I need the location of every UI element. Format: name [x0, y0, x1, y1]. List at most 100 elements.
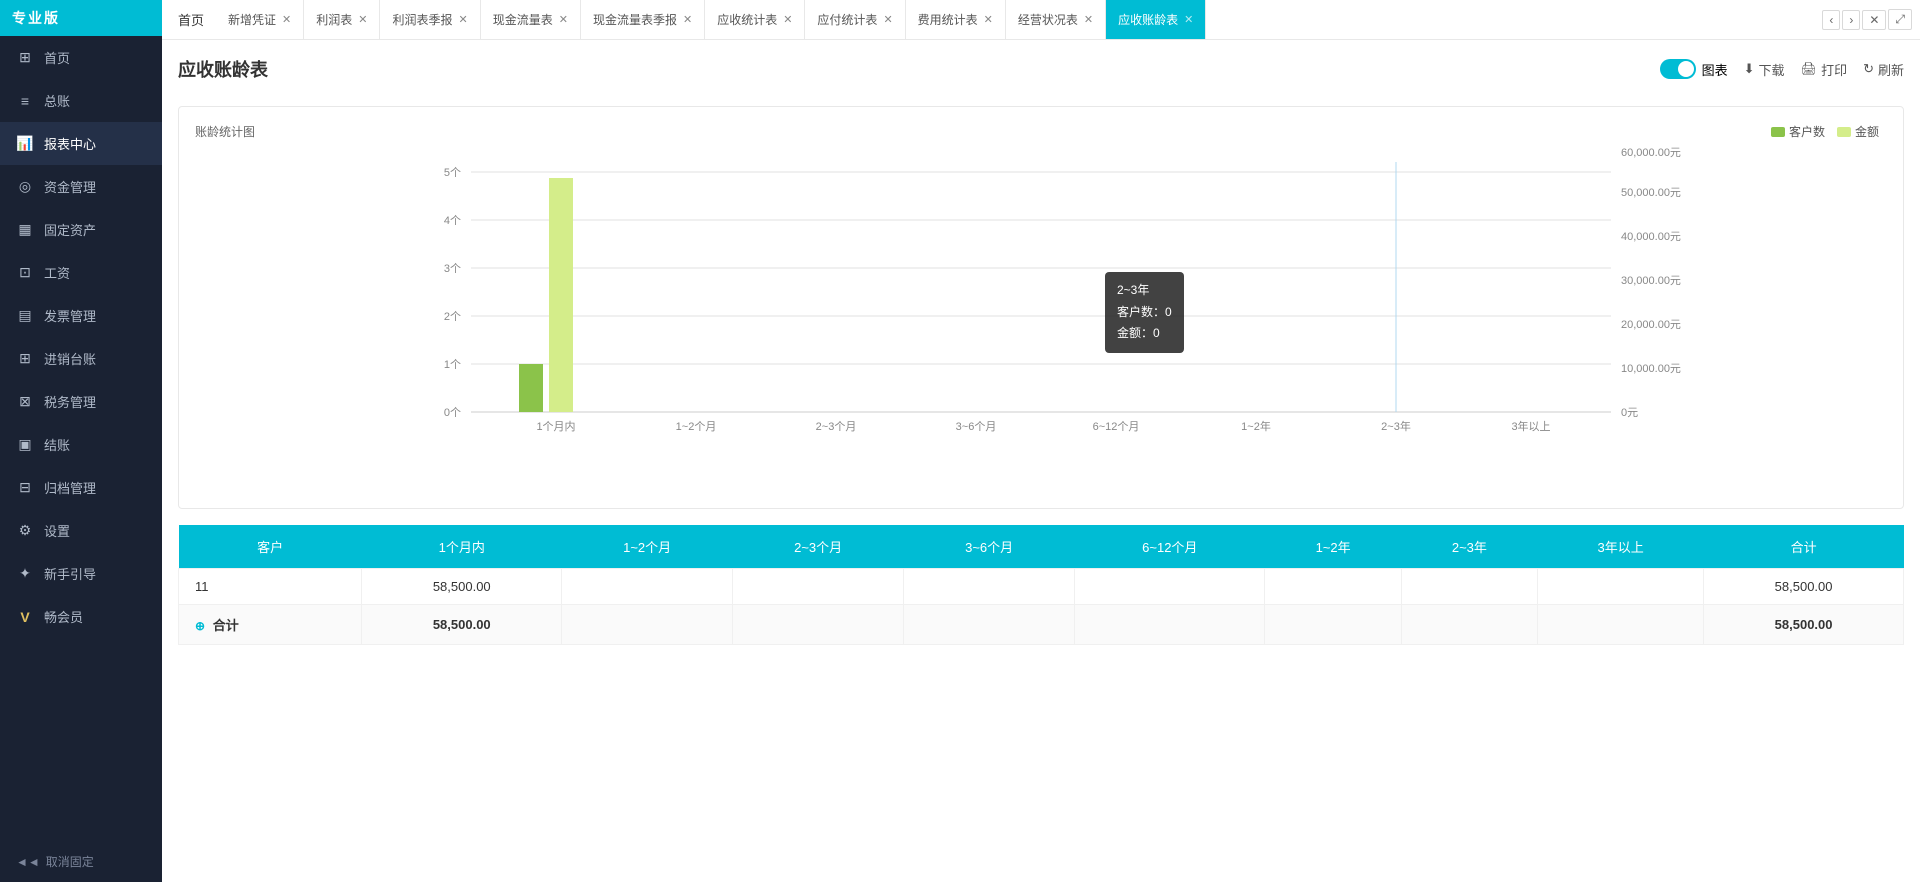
reports-icon: 📊	[16, 135, 34, 152]
tabs-prev-button[interactable]: ‹	[1822, 10, 1840, 30]
tab-ap-stat-close[interactable]: ✕	[883, 13, 892, 26]
tab-ar-aging-close[interactable]: ✕	[1184, 13, 1193, 26]
sidebar-item-label: 总账	[44, 91, 70, 110]
toggle-track[interactable]	[1660, 59, 1696, 79]
row-m2	[562, 569, 733, 605]
page-actions: 图表 ⬇ 下载 🖨 打印 ↻ 刷新	[1660, 59, 1904, 79]
svg-text:0元: 0元	[1621, 407, 1638, 419]
row-m1: 58,500.00	[362, 569, 562, 605]
sales-icon: ⊞	[16, 350, 34, 367]
assets-icon: ▦	[16, 221, 34, 238]
sidebar-item-funds[interactable]: ◎ 资金管理	[0, 165, 162, 208]
svg-text:1~2个月: 1~2个月	[676, 420, 717, 433]
bar-amount-1[interactable]	[549, 178, 573, 412]
tabs-navigation: ‹ › ✕ ⤢	[1818, 9, 1916, 30]
funds-icon: ◎	[16, 178, 34, 195]
bar-customer-1[interactable]	[519, 364, 543, 412]
refresh-button[interactable]: ↻ 刷新	[1863, 60, 1904, 79]
tab-expense-close[interactable]: ✕	[984, 13, 993, 26]
data-table: 客户 1个月内 1~2个月 2~3个月 3~6个月 6~12个月 1~2年 2~…	[178, 525, 1904, 645]
sidebar-item-tax[interactable]: ⊠ 税务管理	[0, 380, 162, 423]
sidebar-item-assets[interactable]: ▦ 固定资产	[0, 208, 162, 251]
sidebar-item-sales[interactable]: ⊞ 进销台账	[0, 337, 162, 380]
tab-ar-stat[interactable]: 应收统计表 ✕	[705, 0, 805, 40]
page-header: 应收账龄表 图表 ⬇ 下载 🖨 打印 ↻ 刷新	[178, 56, 1904, 90]
row-y2	[1265, 569, 1401, 605]
legend-customer: 客户数	[1771, 123, 1825, 140]
tab-profit[interactable]: 利润表 ✕	[304, 0, 380, 40]
tab-ar-stat-close[interactable]: ✕	[783, 13, 792, 26]
col-m2: 1~2个月	[562, 525, 733, 569]
sidebar-item-salary[interactable]: ⊡ 工资	[0, 251, 162, 294]
tab-home-label: 首页	[178, 10, 204, 29]
tab-voucher-close[interactable]: ✕	[282, 13, 291, 26]
row-m3	[733, 569, 904, 605]
tab-cashflow-close[interactable]: ✕	[559, 13, 568, 26]
tab-voucher[interactable]: 新增凭证 ✕	[216, 0, 304, 40]
print-label: 打印	[1821, 60, 1847, 79]
sidebar-item-label: 畅会员	[44, 607, 83, 626]
page-area: 应收账龄表 图表 ⬇ 下载 🖨 打印 ↻ 刷新	[162, 40, 1920, 882]
svg-text:1~2年: 1~2年	[1241, 419, 1271, 433]
sidebar-item-label: 新手引导	[44, 564, 96, 583]
total-y2	[1265, 605, 1401, 645]
chart-title: 账龄统计图	[195, 123, 1887, 140]
tabs-bar: 首页 新增凭证 ✕ 利润表 ✕ 利润表季报 ✕ 现金流量表 ✕ 现金流量表季报 …	[162, 0, 1920, 40]
sidebar-item-invoice[interactable]: ▤ 发票管理	[0, 294, 162, 337]
table-row: 11 58,500.00 58,500.00	[179, 569, 1904, 605]
sidebar-item-ledger[interactable]: ≡ 总账	[0, 79, 162, 122]
pin-label: 取消固定	[46, 853, 94, 870]
col-y2: 1~2年	[1265, 525, 1401, 569]
sidebar-toggle-pin[interactable]: ◄◄ 取消固定	[0, 841, 162, 882]
tabs-next-button[interactable]: ›	[1842, 10, 1860, 30]
svg-text:3~6个月: 3~6个月	[956, 420, 997, 433]
sidebar-item-reports[interactable]: 📊 报表中心	[0, 122, 162, 165]
download-label: 下载	[1759, 60, 1785, 79]
chart-svg-wrapper: 0个 1个 2个 3个 4个 5个 0元 10,000.00元 20,000.0…	[195, 152, 1887, 492]
svg-text:2~3年: 2~3年	[1381, 419, 1411, 433]
total-y3	[1401, 605, 1537, 645]
legend-amount-dot	[1837, 127, 1851, 137]
col-m12: 6~12个月	[1075, 525, 1265, 569]
sidebar-item-label: 进销台账	[44, 349, 96, 368]
download-button[interactable]: ⬇ 下载	[1744, 60, 1785, 79]
tab-profit-season[interactable]: 利润表季报 ✕	[380, 0, 480, 40]
tab-ar-aging[interactable]: 应收账龄表 ✕	[1106, 0, 1206, 40]
svg-text:2个: 2个	[444, 310, 461, 323]
total-label: 合计	[213, 618, 239, 633]
sidebar-item-guide[interactable]: ✦ 新手引导	[0, 552, 162, 595]
tab-expense-label: 费用统计表	[918, 11, 978, 28]
tab-operation-close[interactable]: ✕	[1084, 13, 1093, 26]
sidebar-item-archive[interactable]: ⊟ 归档管理	[0, 466, 162, 509]
legend-customer-dot	[1771, 127, 1785, 137]
tab-cashflow-season-close[interactable]: ✕	[683, 13, 692, 26]
tab-expense[interactable]: 费用统计表 ✕	[906, 0, 1006, 40]
row-total: 58,500.00	[1704, 569, 1904, 605]
tabs-expand-button[interactable]: ⤢	[1888, 9, 1912, 30]
tab-profit-close[interactable]: ✕	[358, 13, 367, 26]
tab-ar-aging-label: 应收账龄表	[1118, 11, 1178, 28]
tabs-close-button[interactable]: ✕	[1862, 10, 1886, 30]
tab-profit-label: 利润表	[316, 11, 352, 28]
tab-cashflow-season[interactable]: 现金流量表季报 ✕	[581, 0, 705, 40]
sidebar-item-vip[interactable]: V 畅会员	[0, 595, 162, 638]
chart-toggle[interactable]: 图表	[1660, 59, 1728, 79]
tab-cashflow[interactable]: 现金流量表 ✕	[481, 0, 581, 40]
total-m1: 58,500.00	[362, 605, 562, 645]
tab-home[interactable]: 首页	[166, 0, 216, 40]
pin-icon: ◄◄	[16, 855, 40, 869]
svg-text:3年以上: 3年以上	[1511, 419, 1550, 433]
row-y3	[1401, 569, 1537, 605]
sidebar-item-close[interactable]: ▣ 结账	[0, 423, 162, 466]
tab-operation[interactable]: 经营状况表 ✕	[1006, 0, 1106, 40]
download-icon: ⬇	[1744, 61, 1755, 77]
sidebar-item-settings[interactable]: ⚙ 设置	[0, 509, 162, 552]
col-customer: 客户	[179, 525, 362, 569]
svg-text:0个: 0个	[444, 406, 461, 419]
toggle-thumb	[1678, 61, 1694, 77]
print-button[interactable]: 🖨 打印	[1801, 60, 1848, 79]
tab-ap-stat[interactable]: 应付统计表 ✕	[805, 0, 905, 40]
sidebar-item-home[interactable]: ⊞ 首页	[0, 36, 162, 79]
tab-profit-season-label: 利润表季报	[392, 11, 452, 28]
tab-profit-season-close[interactable]: ✕	[459, 13, 468, 26]
